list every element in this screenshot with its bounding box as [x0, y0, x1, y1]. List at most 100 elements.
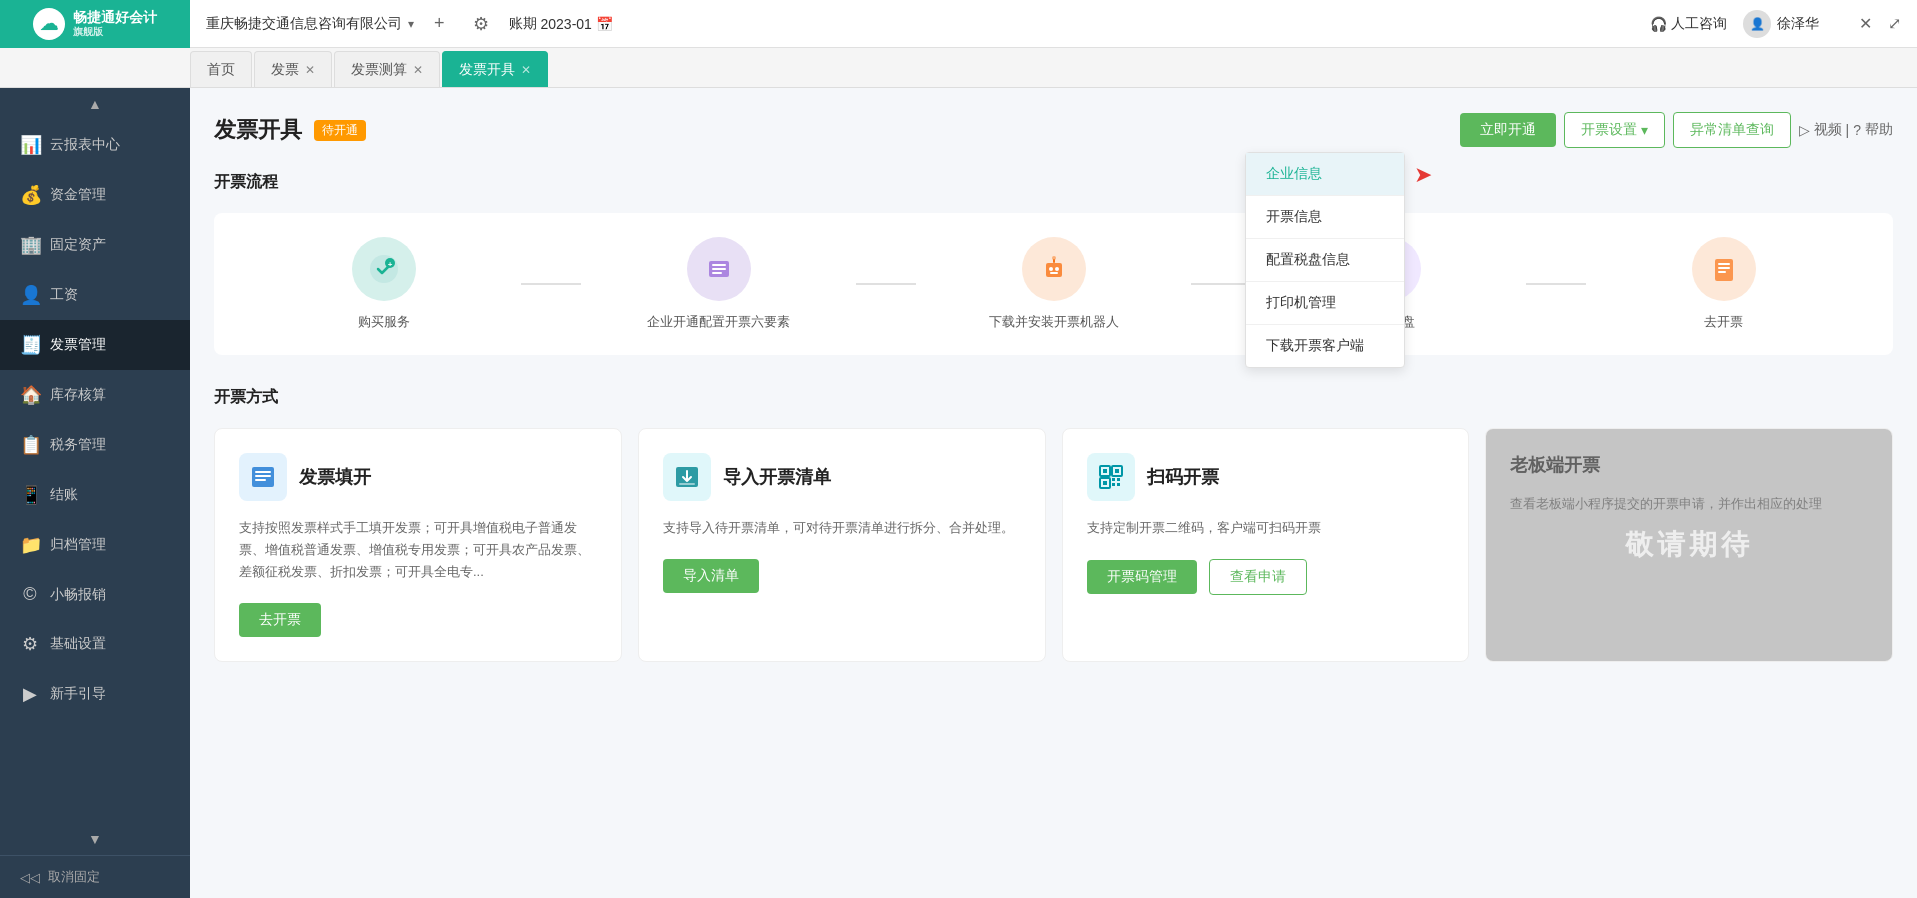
- main-layout: ▲ 📊 云报表中心 💰 资金管理 🏢 固定资产 👤 工资 🧾 发票管理 🏠 库存…: [0, 88, 1917, 898]
- method-card-boss: 老板端开票 查看老板端小程序提交的开票申请，并作出相应的处理 敬请期待: [1485, 428, 1893, 662]
- page-title: 发票开具: [214, 115, 302, 145]
- video-button[interactable]: ▷ 视频 | ? 帮助: [1799, 121, 1893, 139]
- dropdown-invoice-info[interactable]: 开票信息: [1246, 196, 1404, 239]
- process-step-configure: 企业开通配置开票六要素: [581, 237, 856, 331]
- fixed-assets-icon: 🏢: [20, 234, 40, 256]
- svg-rect-25: [255, 479, 266, 481]
- import-icon: [663, 453, 711, 501]
- abnormal-query-button[interactable]: 异常清单查询: [1673, 112, 1791, 148]
- dropdown-company-info[interactable]: 企业信息: [1246, 153, 1404, 196]
- sidebar-item-inventory[interactable]: 🏠 库存核算: [0, 370, 190, 420]
- dropdown-printer[interactable]: 打印机管理: [1246, 282, 1404, 325]
- top-bar-right: 🎧 人工咨询 👤 徐泽华: [1650, 10, 1843, 38]
- sidebar-item-invoice[interactable]: 🧾 发票管理: [0, 320, 190, 370]
- tab-invoice-open-close[interactable]: ✕: [521, 63, 531, 77]
- methods-section-title: 开票方式: [214, 387, 1893, 408]
- process-label-buy: 购买服务: [358, 313, 410, 331]
- method-card-import: 导入开票清单 支持导入待开票清单，可对待开票清单进行拆分、合并处理。 导入清单: [638, 428, 1046, 662]
- svg-rect-35: [1117, 478, 1120, 481]
- sidebar-item-settings[interactable]: ⚙ 基础设置: [0, 619, 190, 669]
- sidebar-item-tax[interactable]: 📋 税务管理: [0, 420, 190, 470]
- svg-rect-20: [1718, 267, 1730, 269]
- archive-icon: 📁: [20, 534, 40, 556]
- process-icon-configure: [687, 237, 751, 301]
- activate-button[interactable]: 立即开通: [1460, 113, 1556, 147]
- process-divider-2: [856, 283, 916, 285]
- inventory-icon: 🏠: [20, 384, 40, 406]
- fill-card-desc: 支持按照发票样式手工填开发票；可开具增值税电子普通发票、增值税普通发票、增值税专…: [239, 517, 597, 583]
- svg-rect-6: [712, 272, 722, 274]
- scan-icon: [1087, 453, 1135, 501]
- user-info[interactable]: 👤 徐泽华: [1743, 10, 1819, 38]
- svg-rect-33: [1103, 481, 1107, 485]
- scan-card-title: 扫码开票: [1147, 465, 1219, 489]
- sidebar-item-guide[interactable]: ▶ 新手引导: [0, 669, 190, 719]
- status-badge: 待开通: [314, 120, 366, 141]
- settlement-icon: 📱: [20, 484, 40, 506]
- dropdown-item-company[interactable]: 企业信息 ➤: [1246, 153, 1404, 196]
- tab-invoice[interactable]: 发票 ✕: [254, 51, 332, 87]
- tab-invoice-open[interactable]: 发票开具 ✕: [442, 51, 548, 87]
- sidebar-item-archive[interactable]: 📁 归档管理: [0, 520, 190, 570]
- import-list-button[interactable]: 导入清单: [663, 559, 759, 593]
- support-button[interactable]: 🎧 人工咨询: [1650, 15, 1727, 33]
- headset-icon: 🎧: [1650, 16, 1667, 32]
- setting-dropdown-menu: 企业信息 ➤ 开票信息 配置税盘信息 打印机管理: [1245, 152, 1405, 368]
- page-header: 发票开具 待开通 立即开通 开票设置 ▾ 企业信息: [214, 112, 1893, 148]
- svg-rect-21: [1718, 271, 1726, 273]
- svg-rect-5: [712, 268, 726, 270]
- setting-dropdown-container: 开票设置 ▾ 企业信息 ➤ 开票信息: [1564, 112, 1665, 148]
- process-step-issue: 去开票: [1586, 237, 1861, 331]
- qr-manage-button[interactable]: 开票码管理: [1087, 560, 1197, 594]
- sidebar-scroll-up[interactable]: ▲: [0, 88, 190, 120]
- tab-home[interactable]: 首页: [190, 51, 252, 87]
- tab-invoice-calc[interactable]: 发票测算 ✕: [334, 51, 440, 87]
- sidebar-item-capital[interactable]: 💰 资金管理: [0, 170, 190, 220]
- process-divider-1: [521, 283, 581, 285]
- tab-invoice-calc-close[interactable]: ✕: [413, 63, 423, 77]
- svg-rect-31: [1103, 469, 1107, 473]
- svg-text:+: +: [387, 260, 392, 269]
- avatar: 👤: [1743, 10, 1771, 38]
- sidebar-cancel-button[interactable]: ◁◁ 取消固定: [0, 855, 190, 898]
- view-application-button[interactable]: 查看申请: [1209, 559, 1307, 595]
- sidebar-item-payroll[interactable]: 👤 工资: [0, 270, 190, 320]
- process-divider-3: [1191, 283, 1251, 285]
- cloud-report-icon: 📊: [20, 134, 40, 156]
- maximize-button[interactable]: ⤢: [1884, 10, 1905, 37]
- settings-icon: ⚙: [20, 633, 40, 655]
- payroll-icon: 👤: [20, 284, 40, 306]
- window-controls: ✕ ⤢: [1843, 10, 1917, 37]
- svg-rect-10: [1050, 272, 1058, 274]
- sidebar-item-xiaowei[interactable]: © 小畅报销: [0, 570, 190, 619]
- process-label-robot: 下载并安装开票机器人: [989, 313, 1119, 331]
- add-button[interactable]: +: [426, 9, 453, 38]
- svg-point-9: [1055, 267, 1059, 271]
- header-actions: 立即开通 开票设置 ▾ 企业信息 ➤: [1460, 112, 1893, 148]
- sidebar-item-settlement[interactable]: 📱 结账: [0, 470, 190, 520]
- chevron-down-icon: ▾: [1641, 122, 1648, 138]
- tab-invoice-close[interactable]: ✕: [305, 63, 315, 77]
- setting-button[interactable]: 开票设置 ▾: [1564, 112, 1665, 148]
- company-name: 重庆畅捷交通信息咨询有限公司: [206, 15, 402, 33]
- fill-card-header: 发票填开: [239, 453, 597, 501]
- play-icon: ▷: [1799, 122, 1810, 138]
- company-selector[interactable]: 重庆畅捷交通信息咨询有限公司 ▾: [206, 15, 414, 33]
- top-bar: ☁ 畅捷通好会计 旗舰版 重庆畅捷交通信息咨询有限公司 ▾ + ⚙ 账期 202…: [0, 0, 1917, 48]
- sidebar-item-cloud-report[interactable]: 📊 云报表中心: [0, 120, 190, 170]
- tab-bar: 首页 发票 ✕ 发票测算 ✕ 发票开具 ✕: [0, 48, 1917, 88]
- svg-rect-23: [255, 471, 271, 473]
- scan-card-desc: 支持定制开票二维码，客户端可扫码开票: [1087, 517, 1445, 539]
- close-button[interactable]: ✕: [1855, 10, 1876, 37]
- process-step-buy: + 购买服务: [246, 237, 521, 331]
- methods-section: 开票方式 发票填开: [214, 387, 1893, 662]
- fill-invoice-button[interactable]: 去开票: [239, 603, 321, 637]
- process-divider-4: [1526, 283, 1586, 285]
- dropdown-tax-config[interactable]: 配置税盘信息: [1246, 239, 1404, 282]
- capital-icon: 💰: [20, 184, 40, 206]
- svg-rect-18: [1715, 259, 1733, 281]
- sidebar-scroll-down[interactable]: ▼: [0, 823, 190, 855]
- settings-icon-button[interactable]: ⚙: [465, 9, 497, 39]
- sidebar-item-fixed-assets[interactable]: 🏢 固定资产: [0, 220, 190, 270]
- dropdown-download-client[interactable]: 下载开票客户端: [1246, 325, 1404, 367]
